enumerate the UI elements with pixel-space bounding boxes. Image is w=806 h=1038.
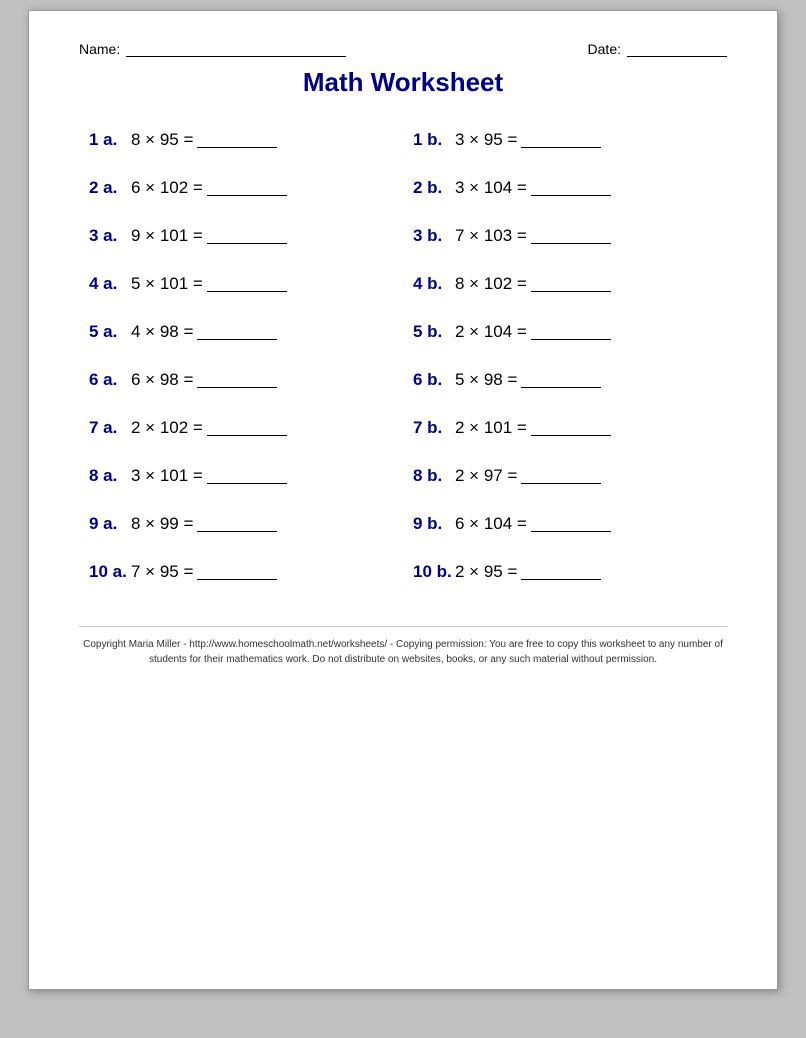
problem-label: 1 a. (89, 130, 131, 150)
answer-line[interactable] (521, 468, 601, 484)
answer-line[interactable] (531, 276, 611, 292)
footer-text: Copyright Maria Miller - http://www.home… (79, 626, 727, 667)
problem-equation: 2 × 102 = (131, 418, 287, 438)
problem-cell: 9 b. 6 × 104 = (403, 500, 727, 548)
answer-line[interactable] (521, 564, 601, 580)
problem-cell: 9 a. 8 × 99 = (79, 500, 403, 548)
answer-line[interactable] (521, 132, 601, 148)
problem-label: 3 a. (89, 226, 131, 246)
answer-line[interactable] (531, 180, 611, 196)
problem-cell: 6 a. 6 × 98 = (79, 356, 403, 404)
answer-line[interactable] (207, 228, 287, 244)
problem-label: 7 a. (89, 418, 131, 438)
problem-equation: 6 × 98 = (131, 370, 277, 390)
problem-equation: 3 × 104 = (455, 178, 611, 198)
answer-line[interactable] (197, 132, 277, 148)
problem-equation: 3 × 95 = (455, 130, 601, 150)
problem-cell: 7 b. 2 × 101 = (403, 404, 727, 452)
problem-cell: 8 a. 3 × 101 = (79, 452, 403, 500)
problem-label: 8 a. (89, 466, 131, 486)
problem-cell: 1 a. 8 × 95 = (79, 116, 403, 164)
problem-cell: 3 b. 7 × 103 = (403, 212, 727, 260)
problem-cell: 10 a. 7 × 95 = (79, 548, 403, 596)
header-row: Name: Date: (79, 41, 727, 57)
problem-equation: 5 × 98 = (455, 370, 601, 390)
answer-line[interactable] (207, 468, 287, 484)
problem-equation: 4 × 98 = (131, 322, 277, 342)
problem-label: 9 b. (413, 514, 455, 534)
problem-equation: 6 × 104 = (455, 514, 611, 534)
date-field: Date: (588, 41, 727, 57)
problem-equation: 5 × 101 = (131, 274, 287, 294)
problem-label: 8 b. (413, 466, 455, 486)
answer-line[interactable] (207, 420, 287, 436)
worksheet-page: Name: Date: Math Worksheet 1 a. 8 × 95 =… (28, 10, 778, 990)
problem-label: 9 a. (89, 514, 131, 534)
name-field: Name: (79, 41, 346, 57)
problem-cell: 2 b. 3 × 104 = (403, 164, 727, 212)
answer-line[interactable] (521, 372, 601, 388)
problem-label: 2 a. (89, 178, 131, 198)
problem-cell: 6 b. 5 × 98 = (403, 356, 727, 404)
problem-cell: 4 b. 8 × 102 = (403, 260, 727, 308)
problem-equation: 2 × 97 = (455, 466, 601, 486)
answer-line[interactable] (197, 564, 277, 580)
problem-equation: 8 × 99 = (131, 514, 277, 534)
name-line[interactable] (126, 41, 346, 57)
problem-label: 2 b. (413, 178, 455, 198)
problem-equation: 2 × 101 = (455, 418, 611, 438)
answer-line[interactable] (531, 324, 611, 340)
name-label: Name: (79, 41, 120, 57)
answer-line[interactable] (197, 372, 277, 388)
problem-label: 5 a. (89, 322, 131, 342)
problem-equation: 7 × 95 = (131, 562, 277, 582)
date-line[interactable] (627, 41, 727, 57)
problem-equation: 6 × 102 = (131, 178, 287, 198)
problem-label: 4 b. (413, 274, 455, 294)
problem-cell: 10 b. 2 × 95 = (403, 548, 727, 596)
problem-cell: 1 b. 3 × 95 = (403, 116, 727, 164)
problem-equation: 7 × 103 = (455, 226, 611, 246)
problem-label: 6 a. (89, 370, 131, 390)
problem-equation: 2 × 95 = (455, 562, 601, 582)
problem-equation: 2 × 104 = (455, 322, 611, 342)
problem-equation: 8 × 95 = (131, 130, 277, 150)
problem-label: 10 b. (413, 562, 455, 582)
problem-equation: 9 × 101 = (131, 226, 287, 246)
problem-label: 6 b. (413, 370, 455, 390)
problem-equation: 8 × 102 = (455, 274, 611, 294)
answer-line[interactable] (531, 228, 611, 244)
problem-cell: 7 a. 2 × 102 = (79, 404, 403, 452)
answer-line[interactable] (207, 180, 287, 196)
worksheet-title: Math Worksheet (79, 67, 727, 98)
answer-line[interactable] (531, 420, 611, 436)
problem-label: 7 b. (413, 418, 455, 438)
problem-cell: 3 a. 9 × 101 = (79, 212, 403, 260)
problem-cell: 5 a. 4 × 98 = (79, 308, 403, 356)
problem-cell: 2 a. 6 × 102 = (79, 164, 403, 212)
problem-equation: 3 × 101 = (131, 466, 287, 486)
problem-cell: 4 a. 5 × 101 = (79, 260, 403, 308)
date-label: Date: (588, 41, 621, 57)
answer-line[interactable] (207, 276, 287, 292)
answer-line[interactable] (531, 516, 611, 532)
problem-label: 5 b. (413, 322, 455, 342)
problem-label: 1 b. (413, 130, 455, 150)
problem-cell: 5 b. 2 × 104 = (403, 308, 727, 356)
problem-cell: 8 b. 2 × 97 = (403, 452, 727, 500)
problem-label: 3 b. (413, 226, 455, 246)
problems-grid: 1 a. 8 × 95 = 1 b. 3 × 95 = 2 a. 6 × 102… (79, 116, 727, 596)
problem-label: 10 a. (89, 562, 131, 582)
answer-line[interactable] (197, 324, 277, 340)
answer-line[interactable] (197, 516, 277, 532)
problem-label: 4 a. (89, 274, 131, 294)
